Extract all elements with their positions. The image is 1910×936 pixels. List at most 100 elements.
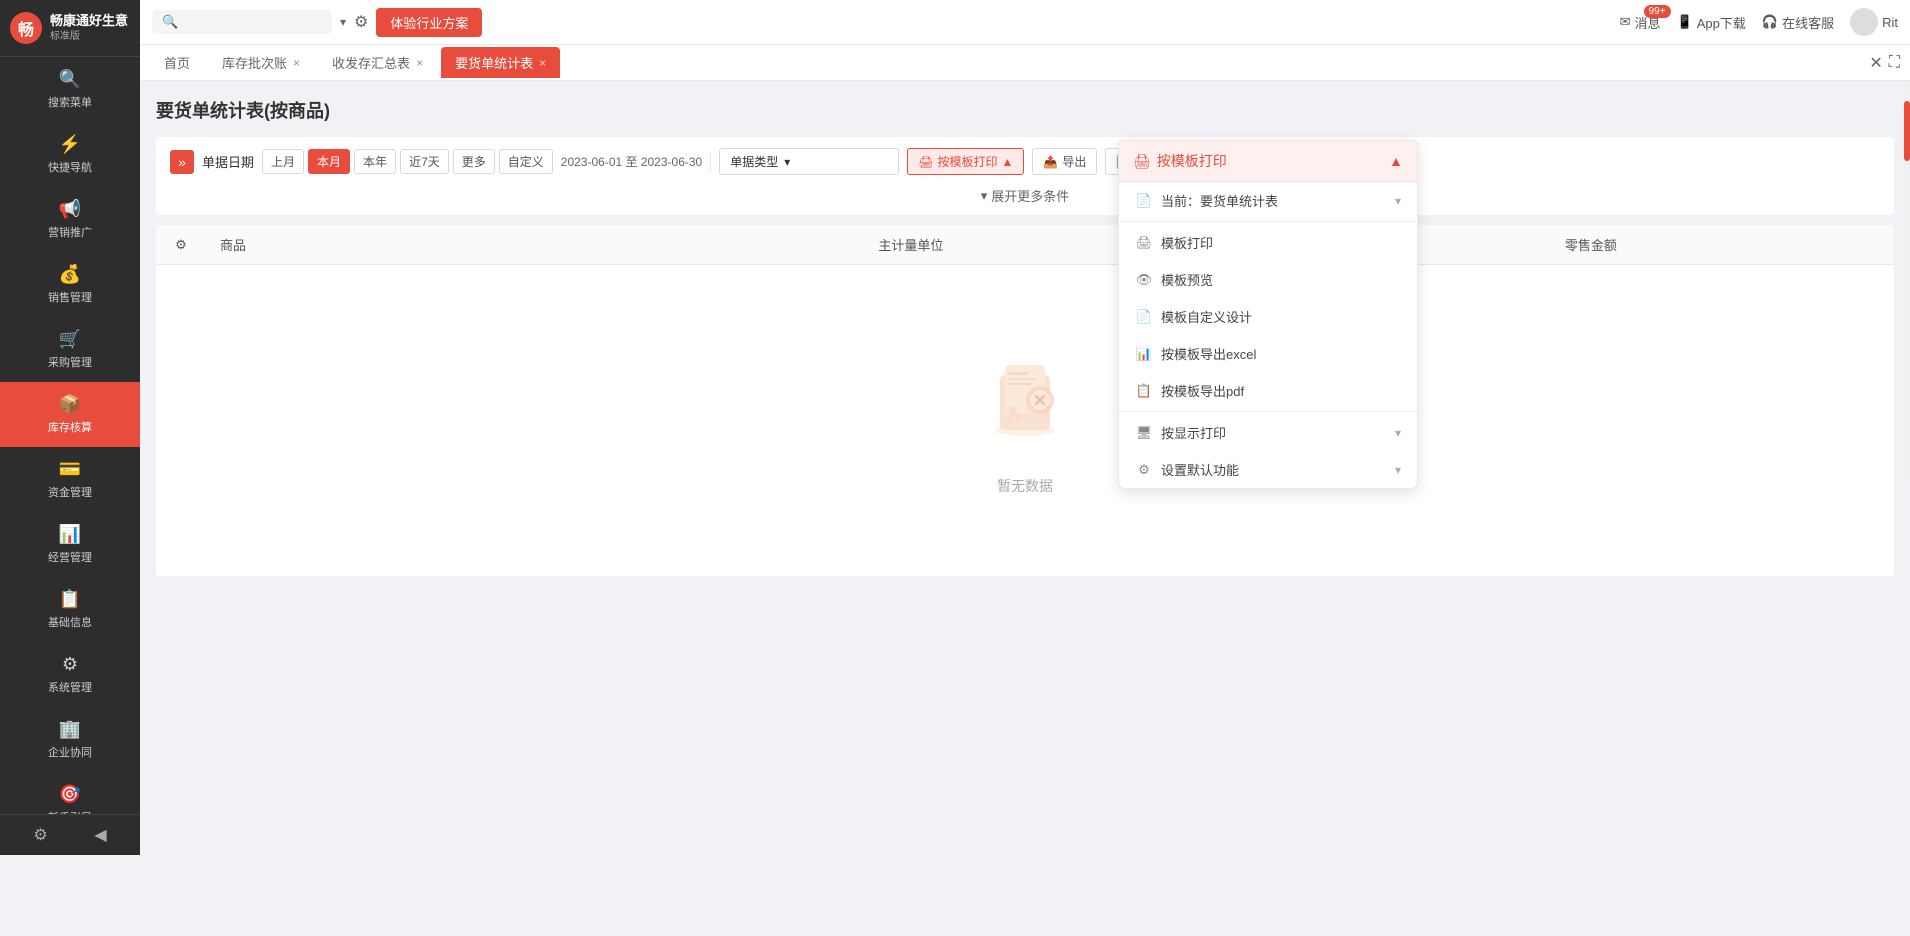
date-btn-7days[interactable]: 近7天 [400, 149, 449, 174]
template-preview-label: 模板预览 [1161, 270, 1213, 289]
tab-order-stats[interactable]: 要货单统计表 × [441, 47, 560, 78]
expand-conditions-label: 展开更多条件 [991, 186, 1069, 205]
online-service-button[interactable]: 🎧 在线客服 [1762, 13, 1834, 32]
default-func-item[interactable]: ⚙ 设置默认功能 ▾ [1119, 451, 1417, 488]
tab-receipt-summary[interactable]: 收发存汇总表 × [318, 47, 437, 78]
export-pdf-icon: 📋 [1135, 382, 1153, 400]
sidebar-item-sales[interactable]: 💰 销售管理 [0, 252, 140, 317]
sidebar-item-quick-nav[interactable]: ⚡ 快捷导航 [0, 122, 140, 187]
tab-order-stats-label: 要货单统计表 [455, 53, 533, 72]
message-button[interactable]: ✉ 消息 99+ [1620, 13, 1661, 32]
tab-fullscreen-button[interactable]: ⛶ [1889, 54, 1900, 72]
topbar-dropdown[interactable]: ▾ [340, 15, 346, 29]
sidebar: 畅 畅康通好生意 标准版 🔍 搜索菜单 ⚡ 快捷导航 📢 营销推广 💰 销售管理… [0, 0, 140, 855]
action-row: » 单据日期 上月 本月 本年 近7天 更多 自定义 2023-06-01 至 … [170, 147, 1880, 176]
export-excel-icon: 📊 [1135, 345, 1153, 363]
date-buttons-group: 上月 本月 本年 近7天 更多 自定义 [262, 149, 553, 174]
printer-icon: 🖨 [918, 155, 933, 169]
logo-text: 畅康通好生意 标准版 [50, 12, 128, 44]
sidebar-item-basic-info[interactable]: 📋 基础信息 [0, 577, 140, 642]
current-template-left: 📄 当前：要货单统计表 [1135, 191, 1278, 210]
template-preview-item[interactable]: 👁 模板预览 [1119, 261, 1417, 298]
newbie-icon: 🎯 [59, 784, 81, 805]
sidebar-item-inventory[interactable]: 📦 库存核算 [0, 382, 140, 447]
export-pdf-item[interactable]: 📋 按模板导出pdf [1119, 372, 1417, 409]
sidebar-settings-icon[interactable]: ⚙ [33, 825, 47, 845]
filter-area: » 单据日期 上月 本月 本年 近7天 更多 自定义 2023-06-01 至 … [156, 137, 1894, 215]
basic-info-icon: 📋 [59, 589, 81, 610]
app-download-button[interactable]: 📱 App下载 [1677, 13, 1746, 32]
popup-close-chevron[interactable]: ▲ [1389, 153, 1403, 169]
default-func-icon: ⚙ [1135, 461, 1153, 479]
chevron-down-icon: ▾ [340, 15, 346, 29]
export-pdf-label: 按模板导出pdf [1161, 381, 1244, 400]
export-excel-item[interactable]: 📊 按模板导出excel [1119, 335, 1417, 372]
date-btn-this-year[interactable]: 本年 [354, 149, 396, 174]
print-template-button[interactable]: 🖨 按模板打印 ▲ [907, 148, 1024, 175]
tab-order-stats-close[interactable]: × [539, 56, 546, 70]
current-template-item[interactable]: 📄 当前：要货单统计表 ▾ [1119, 182, 1417, 219]
tab-receipt-summary-label: 收发存汇总表 [332, 53, 410, 72]
order-type-select[interactable]: 单据类型 ▾ [719, 148, 899, 175]
enterprise-icon: 🏢 [59, 719, 81, 740]
sidebar-item-system[interactable]: ⚙ 系统管理 [0, 642, 140, 707]
export-button[interactable]: 📤 导出 [1032, 148, 1097, 175]
trial-button[interactable]: 体验行业方案 [376, 8, 482, 37]
date-btn-this-month[interactable]: 本月 [308, 149, 350, 174]
sidebar-bottom: ⚙ ◀ [0, 814, 140, 855]
sidebar-nav: 🔍 搜索菜单 ⚡ 快捷导航 📢 营销推广 💰 销售管理 🛒 采购管理 📦 库存核… [0, 57, 140, 814]
tab-inventory-batch-close[interactable]: × [293, 56, 300, 70]
sidebar-item-operations[interactable]: 📊 经营管理 [0, 512, 140, 577]
sidebar-item-enterprise[interactable]: 🏢 企业协同 [0, 707, 140, 772]
sidebar-label-operations: 经营管理 [48, 549, 92, 565]
display-print-chevron: ▾ [1395, 426, 1401, 440]
display-print-left: 🖥 按显示打印 [1135, 423, 1226, 442]
expand-icon-button[interactable]: » [170, 150, 194, 174]
tab-close-all-button[interactable]: ✕ [1869, 53, 1882, 73]
printer-icon: 🖨 [1133, 153, 1151, 170]
page-title: 要货单统计表(按商品) [156, 97, 1894, 123]
chevron-up-icon: ▲ [1001, 155, 1013, 169]
sidebar-label-marketing: 营销推广 [48, 224, 92, 240]
sidebar-item-finance[interactable]: 💳 资金管理 [0, 447, 140, 512]
template-design-item[interactable]: 📄 模板自定义设计 [1119, 298, 1417, 335]
sidebar-label-search: 搜索菜单 [48, 94, 92, 110]
template-design-icon: 📄 [1135, 308, 1153, 326]
current-template-icon: 📄 [1135, 192, 1153, 210]
operations-icon: 📊 [59, 524, 81, 545]
sidebar-item-search[interactable]: 🔍 搜索菜单 [0, 57, 140, 122]
topbar-search-box[interactable]: 🔍 [152, 10, 332, 34]
template-print-item[interactable]: 🖨 模板打印 [1119, 224, 1417, 261]
topbar-gear-icon[interactable]: ⚙ [354, 12, 368, 32]
date-range-display: 2023-06-01 至 2023-06-30 [561, 153, 702, 170]
display-print-item[interactable]: 🖥 按显示打印 ▾ [1119, 414, 1417, 451]
current-template-chevron: ▾ [1395, 194, 1401, 208]
right-scrollbar[interactable] [1904, 81, 1910, 481]
sidebar-label-quick-nav: 快捷导航 [48, 159, 92, 175]
date-btn-more[interactable]: 更多 [453, 149, 495, 174]
online-service-label: 在线客服 [1782, 13, 1834, 32]
vertical-divider [710, 152, 711, 172]
tab-inventory-batch[interactable]: 库存批次账 × [208, 47, 314, 78]
search-input[interactable] [182, 15, 322, 29]
main-content: 要货单统计表(按商品) » 单据日期 上月 本月 本年 近7天 更多 自定义 2… [140, 81, 1910, 855]
expand-more-conditions-button[interactable]: ▾ 展开更多条件 [170, 186, 1880, 205]
default-func-left: ⚙ 设置默认功能 [1135, 460, 1239, 479]
column-product: 商品 [206, 225, 864, 264]
sidebar-item-newbie[interactable]: 🎯 新手引导 [0, 772, 140, 814]
marketing-icon: 📢 [59, 199, 81, 220]
user-avatar-button[interactable]: Rit [1850, 8, 1898, 36]
sidebar-item-marketing[interactable]: 📢 营销推广 [0, 187, 140, 252]
tab-home[interactable]: 首页 [150, 47, 204, 78]
empty-icon [975, 345, 1075, 464]
date-btn-last-month[interactable]: 上月 [262, 149, 304, 174]
sidebar-label-enterprise: 企业协同 [48, 744, 92, 760]
export-excel-label: 按模板导出excel [1161, 344, 1256, 363]
tab-receipt-summary-close[interactable]: × [416, 56, 423, 70]
search-icon: 🔍 [59, 69, 81, 90]
sidebar-collapse-icon[interactable]: ◀ [94, 825, 106, 845]
topbar-right-area: ✉ 消息 99+ 📱 App下载 🎧 在线客服 Rit [1620, 8, 1898, 36]
date-btn-custom[interactable]: 自定义 [499, 149, 553, 174]
sidebar-item-purchase[interactable]: 🛒 采购管理 [0, 317, 140, 382]
column-settings[interactable]: ⚙ [156, 227, 206, 263]
